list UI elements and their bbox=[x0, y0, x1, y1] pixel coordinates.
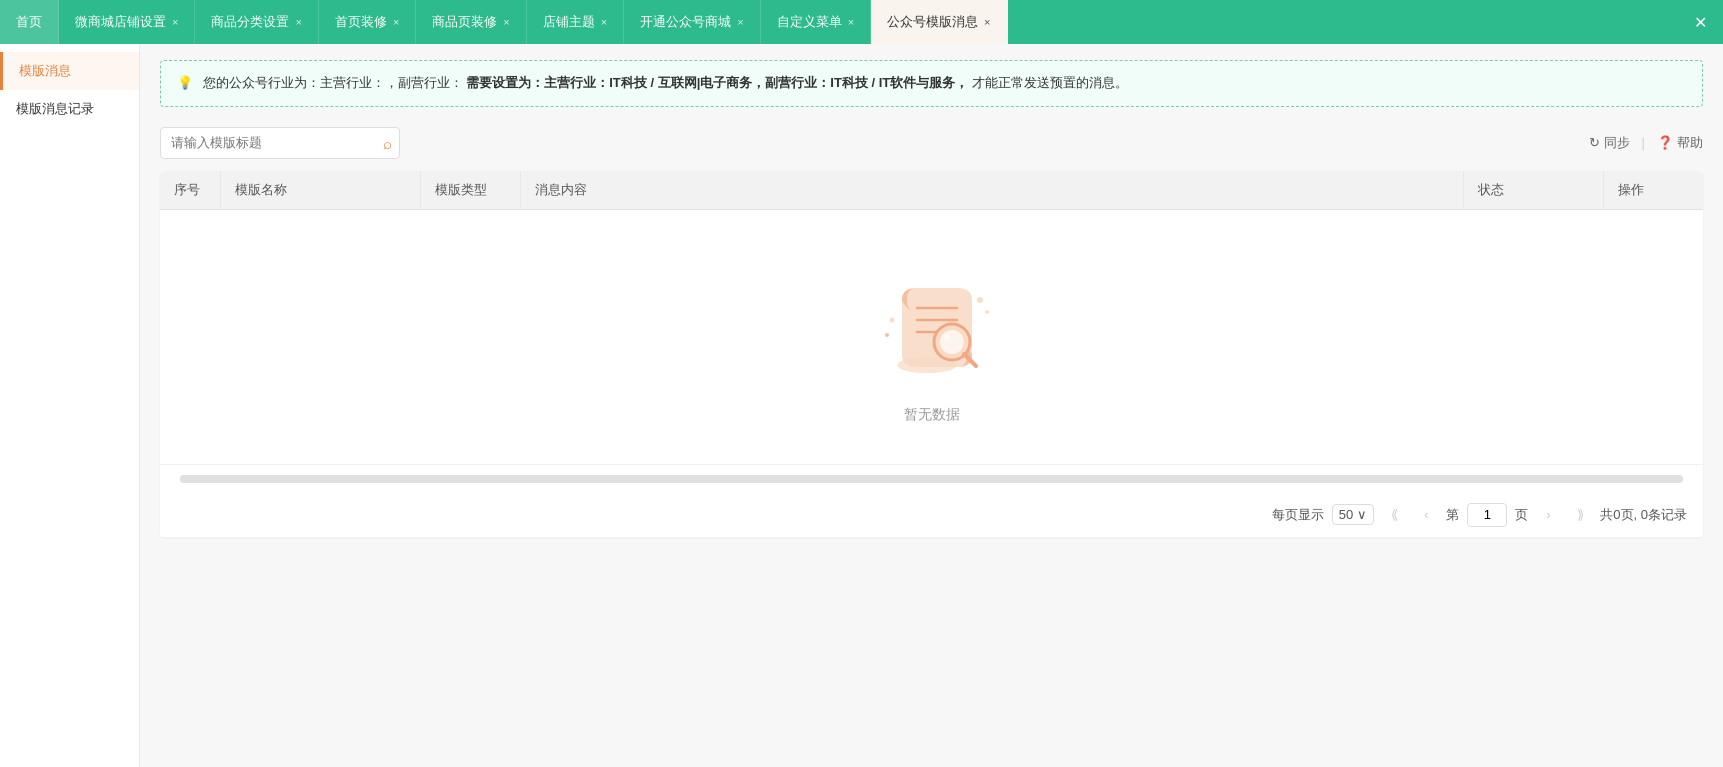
nav-label-product-decor: 商品页装修 bbox=[432, 13, 497, 31]
svg-point-9 bbox=[985, 310, 989, 314]
horizontal-scrollbar[interactable] bbox=[180, 475, 1683, 483]
nav-item-home[interactable]: 首页 bbox=[0, 0, 59, 44]
nav-item-custom-menu[interactable]: 自定义菜单 × bbox=[761, 0, 871, 44]
col-name: 模版名称 bbox=[220, 171, 420, 210]
close-icon-product-decor[interactable]: × bbox=[503, 16, 509, 28]
prev-page-button[interactable]: ‹ bbox=[1414, 503, 1438, 527]
sidebar-item-template-record[interactable]: 模版消息记录 bbox=[0, 90, 139, 128]
nav-label-home-decor: 首页装修 bbox=[335, 13, 387, 31]
nav-label-wechat-shop: 开通公众号商城 bbox=[640, 13, 731, 31]
empty-text: 暂无数据 bbox=[904, 406, 960, 424]
page-label: 第 bbox=[1446, 506, 1459, 524]
nav-item-category[interactable]: 商品分类设置 × bbox=[195, 0, 318, 44]
nav-label-store: 微商城店铺设置 bbox=[75, 13, 166, 31]
scroll-bar-area bbox=[160, 464, 1703, 493]
help-icon: ❓ bbox=[1657, 135, 1673, 150]
nav-label-template-msg: 公众号模版消息 bbox=[887, 13, 978, 31]
per-page-select[interactable]: 50 ∨ bbox=[1332, 504, 1374, 525]
col-content: 消息内容 bbox=[520, 171, 1463, 210]
col-status: 状态 bbox=[1463, 171, 1603, 210]
page-number-input[interactable] bbox=[1467, 503, 1507, 527]
table-header: 序号 模版名称 模版类型 消息内容 状态 bbox=[160, 171, 1703, 210]
first-page-button[interactable]: ⟪ bbox=[1382, 503, 1406, 527]
top-nav: 首页 微商城店铺设置 × 商品分类设置 × 首页装修 × 商品页装修 × 店铺主… bbox=[0, 0, 1723, 44]
help-button[interactable]: ❓ 帮助 bbox=[1657, 134, 1703, 152]
last-page-button[interactable]: ⟫ bbox=[1568, 503, 1592, 527]
empty-state-cell: 暂无数据 bbox=[160, 209, 1703, 464]
nav-label-custom-menu: 自定义菜单 bbox=[777, 13, 842, 31]
notice-box: 💡 您的公众号行业为：主营行业：，副营行业： 需要设置为：主营行业：IT科技 /… bbox=[160, 60, 1703, 107]
close-icon-store[interactable]: × bbox=[172, 16, 178, 28]
content-area: 💡 您的公众号行业为：主营行业：，副营行业： 需要设置为：主营行业：IT科技 /… bbox=[140, 44, 1723, 767]
sync-label: 同步 bbox=[1604, 134, 1630, 152]
nav-item-template-msg[interactable]: 公众号模版消息 × bbox=[871, 0, 1007, 44]
pagination: 每页显示 50 ∨ ⟪ ‹ 第 页 › ⟫ 共0页, 0条记录 bbox=[160, 493, 1703, 537]
close-icon-home-decor[interactable]: × bbox=[393, 16, 399, 28]
svg-point-7 bbox=[944, 334, 950, 340]
col-action: 操作 bbox=[1603, 171, 1703, 210]
svg-point-10 bbox=[889, 317, 894, 322]
col-type: 模版类型 bbox=[420, 171, 520, 210]
col-index: 序号 bbox=[160, 171, 220, 210]
nav-item-wechat-shop[interactable]: 开通公众号商城 × bbox=[624, 0, 760, 44]
search-input-wrap: ⌕ bbox=[160, 127, 400, 159]
help-label: 帮助 bbox=[1677, 134, 1703, 152]
per-page-label: 每页显示 bbox=[1272, 506, 1324, 524]
next-page-button[interactable]: › bbox=[1536, 503, 1560, 527]
nav-label-category: 商品分类设置 bbox=[211, 13, 289, 31]
notice-prefix: 您的公众号行业为：主营行业：，副营行业： bbox=[203, 75, 463, 90]
empty-state: 暂无数据 bbox=[160, 210, 1703, 464]
notice-icon: 💡 bbox=[177, 75, 193, 90]
per-page-value: 50 bbox=[1339, 507, 1353, 522]
close-all-icon: ✕ bbox=[1694, 14, 1707, 31]
sidebar-label-template-record: 模版消息记录 bbox=[16, 101, 94, 116]
table-body: 暂无数据 bbox=[160, 209, 1703, 464]
svg-point-11 bbox=[885, 333, 889, 337]
total-info: 共0页, 0条记录 bbox=[1600, 506, 1687, 524]
sidebar-item-template-msg[interactable]: 模版消息 bbox=[0, 52, 139, 90]
data-table: 序号 模版名称 模版类型 消息内容 状态 bbox=[160, 171, 1703, 464]
sidebar-label-template-msg: 模版消息 bbox=[19, 63, 71, 78]
nav-label-home: 首页 bbox=[16, 13, 42, 31]
close-icon-custom-menu[interactable]: × bbox=[848, 16, 854, 28]
nav-item-store-settings[interactable]: 微商城店铺设置 × bbox=[59, 0, 195, 44]
svg-point-8 bbox=[977, 297, 983, 303]
chevron-down-icon: ∨ bbox=[1357, 507, 1367, 522]
main-layout: 模版消息 模版消息记录 💡 您的公众号行业为：主营行业：，副营行业： 需要设置为… bbox=[0, 44, 1723, 767]
sync-icon: ↻ bbox=[1589, 135, 1600, 150]
close-icon-wechat-shop[interactable]: × bbox=[737, 16, 743, 28]
table-container: 序号 模版名称 模版类型 消息内容 状态 bbox=[160, 171, 1703, 537]
sync-button[interactable]: ↻ 同步 bbox=[1589, 134, 1630, 152]
nav-item-home-decor[interactable]: 首页装修 × bbox=[319, 0, 416, 44]
nav-item-theme[interactable]: 店铺主题 × bbox=[527, 0, 624, 44]
svg-point-5 bbox=[940, 330, 964, 354]
nav-label-theme: 店铺主题 bbox=[543, 13, 595, 31]
close-icon-theme[interactable]: × bbox=[601, 16, 607, 28]
empty-state-row: 暂无数据 bbox=[160, 209, 1703, 464]
search-bar: ⌕ ↻ 同步 | ❓ 帮助 bbox=[160, 127, 1703, 159]
search-icon[interactable]: ⌕ bbox=[383, 134, 392, 151]
close-icon-category[interactable]: × bbox=[295, 16, 301, 28]
page-unit: 页 bbox=[1515, 506, 1528, 524]
toolbar-right: ↻ 同步 | ❓ 帮助 bbox=[1589, 134, 1703, 152]
close-icon-template-msg[interactable]: × bbox=[984, 16, 990, 28]
sidebar: 模版消息 模版消息记录 bbox=[0, 44, 140, 767]
close-all-button[interactable]: ✕ bbox=[1678, 13, 1723, 32]
toolbar-divider: | bbox=[1642, 135, 1645, 150]
nav-item-product-decor[interactable]: 商品页装修 × bbox=[416, 0, 526, 44]
notice-highlight: 需要设置为：主营行业：IT科技 / 互联网|电子商务，副营行业：IT科技 / I… bbox=[466, 75, 968, 90]
empty-illustration bbox=[872, 270, 992, 390]
search-input[interactable] bbox=[160, 127, 400, 159]
notice-suffix: 才能正常发送预置的消息。 bbox=[972, 75, 1128, 90]
